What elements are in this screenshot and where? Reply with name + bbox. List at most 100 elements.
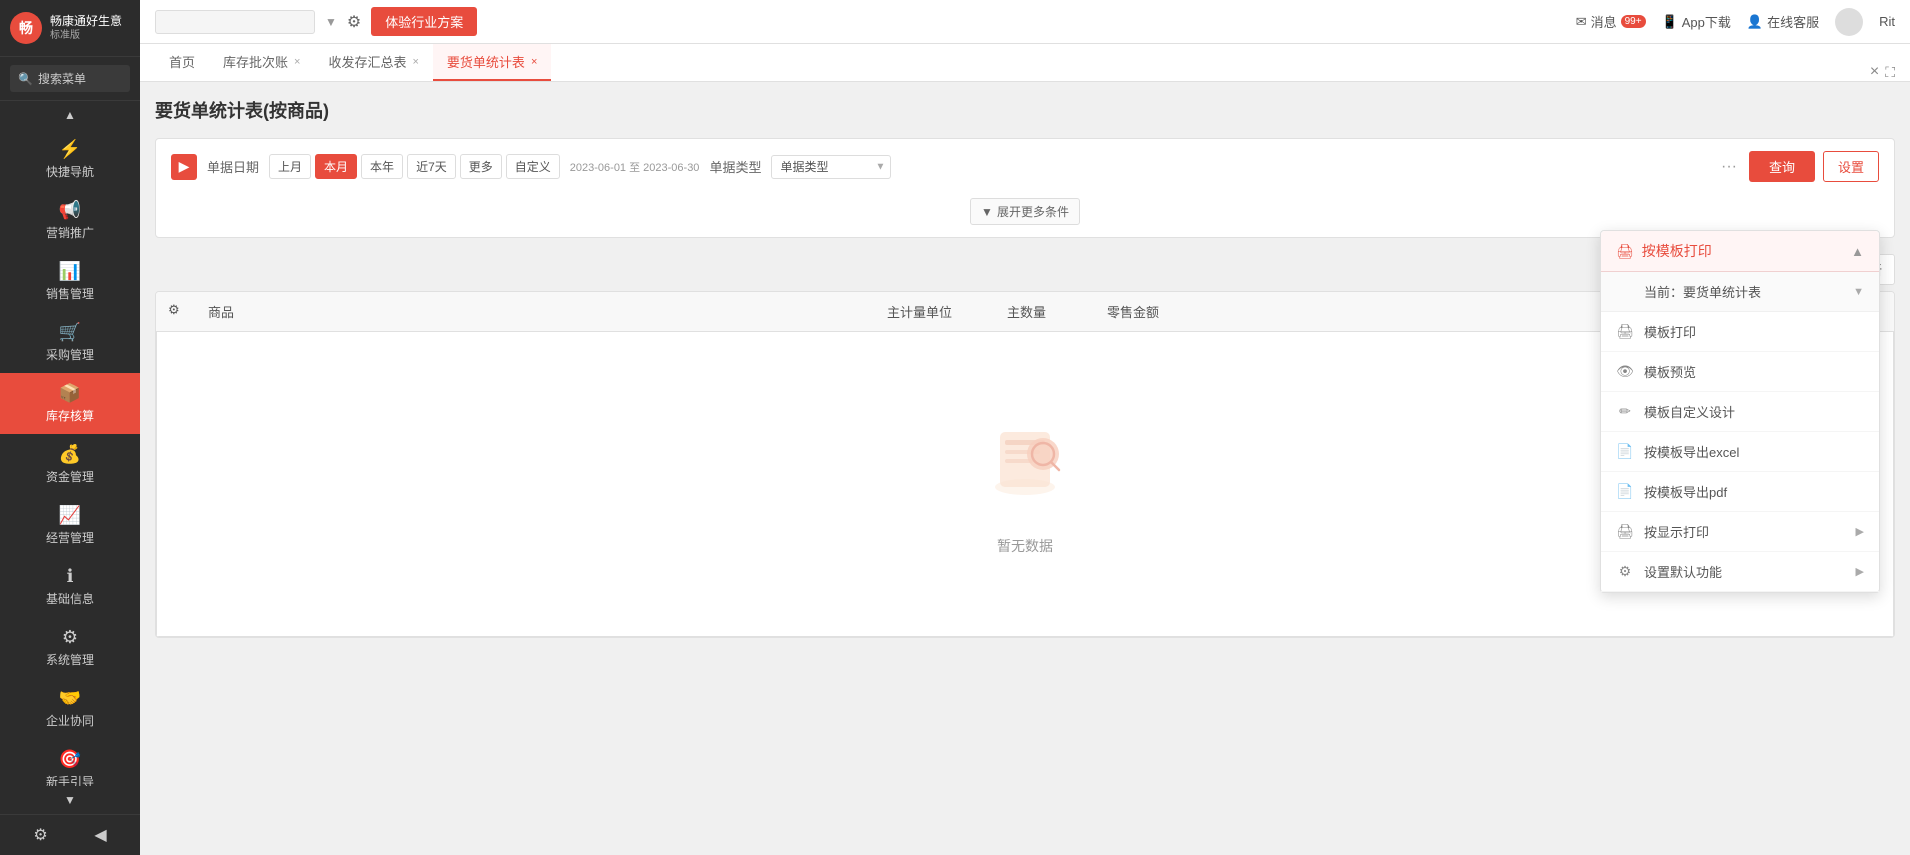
dropdown-title: 按模板打印: [1642, 241, 1712, 261]
topbar-right: ✉ 消息 99+ 📱 App下载 👤 在线客服 Rit: [1576, 8, 1895, 36]
marketing-icon: 📢: [59, 200, 81, 221]
set-default-left: ⚙ 设置默认功能: [1616, 562, 1722, 581]
sidebar-item-marketing[interactable]: 📢 营销推广: [0, 190, 140, 251]
query-button[interactable]: 查询: [1749, 151, 1815, 182]
set-default-arrow: ▶: [1856, 565, 1864, 578]
date-btn-this-year[interactable]: 本年: [361, 154, 403, 179]
collapse-sidebar-icon[interactable]: ◀: [94, 825, 106, 845]
search-icon: 🔍: [18, 72, 33, 86]
filter-bar: ▶ 单据日期 上月 本月 本年 近7天 更多 自定义 2023-06-01 至 …: [155, 138, 1895, 238]
date-btn-this-month[interactable]: 本月: [315, 154, 357, 179]
sidebar-item-quick-nav[interactable]: ⚡ 快捷导航: [0, 129, 140, 190]
empty-text: 暂无数据: [997, 536, 1053, 556]
sidebar-item-inventory[interactable]: 📦 库存核算: [0, 373, 140, 434]
search-menu-button[interactable]: 🔍 搜索菜单: [10, 65, 130, 92]
type-filter-select[interactable]: 单据类型: [771, 155, 891, 179]
display-print-arrow: ▶: [1856, 525, 1864, 538]
more-options-button[interactable]: ···: [1717, 154, 1741, 180]
dropdown-item-design[interactable]: ✏ 模板自定义设计: [1601, 392, 1879, 432]
sidebar-item-system[interactable]: ⚙ 系统管理: [0, 617, 140, 678]
topbar-gear-icon[interactable]: ⚙: [347, 12, 361, 32]
page-title: 要货单统计表(按商品): [155, 97, 1895, 123]
topbar-chevron-icon[interactable]: ▼: [325, 15, 337, 29]
online-service-button[interactable]: 👤 在线客服: [1747, 12, 1819, 31]
dropdown-item-preview[interactable]: 👁 模板预览: [1601, 352, 1879, 392]
dropdown-up-arrow[interactable]: ▲: [1851, 244, 1864, 259]
sidebar-item-guide[interactable]: 🎯 新手引导: [0, 739, 140, 786]
app-download-button[interactable]: 📱 App下载: [1662, 12, 1731, 31]
date-filter-label: 单据日期: [207, 157, 259, 176]
col-quantity: 主数量: [995, 302, 1095, 321]
sidebar: 畅 畅康通好生意 标准版 🔍 搜索菜单 ▲ ⚡ 快捷导航 📢 营销推广 📊 销售…: [0, 0, 140, 855]
pdf-icon: 📄: [1616, 483, 1634, 500]
tab-bar: 首页 库存批次账 × 收发存汇总表 × 要货单统计表 × × ⛶: [140, 44, 1910, 82]
dropdown-header: 🖨 按模板打印 ▲: [1601, 231, 1879, 272]
sidebar-item-finance[interactable]: 💰 资金管理: [0, 434, 140, 495]
date-btn-custom[interactable]: 自定义: [506, 154, 560, 179]
message-badge: 99+: [1621, 15, 1646, 28]
dropdown-title-area: 🖨 按模板打印: [1616, 241, 1712, 261]
expand-more-filters-button[interactable]: ▼ 展开更多条件: [970, 198, 1080, 225]
dropdown-item-set-default[interactable]: ⚙ 设置默认功能 ▶: [1601, 552, 1879, 592]
preview-icon: 👁: [1616, 363, 1634, 380]
tab-order-stats[interactable]: 要货单统计表 ×: [433, 44, 551, 81]
col-retail-amount: 零售金额: [1095, 302, 1215, 321]
close-window-icon[interactable]: ×: [1870, 63, 1879, 81]
guide-icon: 🎯: [59, 749, 81, 770]
date-range-display: 2023-06-01 至 2023-06-30: [570, 159, 700, 175]
dropdown-item-export-pdf[interactable]: 📄 按模板导出pdf: [1601, 472, 1879, 512]
close-tab-receipt-summary[interactable]: ×: [412, 56, 418, 68]
empty-illustration: [975, 412, 1075, 521]
dropdown-item-export-excel[interactable]: 📄 按模板导出excel: [1601, 432, 1879, 472]
date-btn-more[interactable]: 更多: [460, 154, 502, 179]
design-icon: ✏: [1616, 403, 1634, 420]
quick-nav-icon: ⚡: [59, 139, 81, 160]
print-template-icon: 🖨: [1616, 323, 1634, 340]
scroll-down-button[interactable]: ▼: [0, 788, 140, 812]
sidebar-search[interactable]: 🔍 搜索菜单: [0, 57, 140, 101]
content-area: 要货单统计表(按商品) ▶ 单据日期 上月 本月 本年 近7天 更多 自定义 2…: [140, 82, 1910, 855]
tab-inventory-batch[interactable]: 库存批次账 ×: [209, 44, 314, 81]
dropdown-item-display-print[interactable]: 🖨 按显示打印 ▶: [1601, 512, 1879, 552]
sidebar-item-basic-info[interactable]: ℹ 基础信息: [0, 556, 140, 617]
close-tab-order-stats[interactable]: ×: [531, 56, 537, 68]
date-btn-prev-month[interactable]: 上月: [269, 154, 311, 179]
operations-icon: 📈: [59, 505, 81, 526]
print-dropdown-menu: 🖨 按模板打印 ▲ 当前：要货单统计表 ▼ 🖨 模板打印 👁 模板预览: [1600, 230, 1880, 593]
sidebar-item-sales[interactable]: 📊 销售管理: [0, 251, 140, 312]
col-unit: 主计量单位: [875, 302, 995, 321]
logo-text: 畅康通好生意 标准版: [50, 14, 122, 43]
sidebar-item-purchase[interactable]: 🛒 采购管理: [0, 312, 140, 373]
inventory-icon: 📦: [59, 383, 81, 404]
tab-receipt-summary[interactable]: 收发存汇总表 ×: [314, 44, 432, 81]
sales-icon: 📊: [59, 261, 81, 282]
scroll-up-button[interactable]: ▲: [0, 103, 140, 127]
col-product: 商品: [196, 302, 875, 321]
close-tab-inventory-batch[interactable]: ×: [294, 56, 300, 68]
app-logo: 畅 畅康通好生意 标准版: [0, 0, 140, 57]
sidebar-nav: ⚡ 快捷导航 📢 营销推广 📊 销售管理 🛒 采购管理 📦 库存核算 💰 资金管…: [0, 129, 140, 786]
date-btn-7days[interactable]: 近7天: [407, 154, 456, 179]
user-avatar[interactable]: [1835, 8, 1863, 36]
trial-button[interactable]: 体验行业方案: [371, 7, 477, 36]
excel-icon: 📄: [1616, 443, 1634, 460]
sidebar-item-operations[interactable]: 📈 经营管理: [0, 495, 140, 556]
chevron-down-icon: ▼: [981, 205, 993, 219]
filter-expand-button[interactable]: ▶: [171, 154, 197, 180]
display-print-icon: 🖨: [1616, 523, 1634, 540]
finance-icon: 💰: [59, 444, 81, 465]
expand-window-icon[interactable]: ⛶: [1885, 64, 1895, 81]
dropdown-item-print[interactable]: 🖨 模板打印: [1601, 312, 1879, 352]
set-default-icon: ⚙: [1616, 563, 1634, 580]
type-filter-label: 单据类型: [709, 157, 761, 176]
tab-home[interactable]: 首页: [155, 44, 209, 81]
current-template-item[interactable]: 当前：要货单统计表 ▼: [1601, 272, 1879, 312]
message-button[interactable]: ✉ 消息 99+: [1576, 12, 1646, 31]
col-settings[interactable]: ⚙: [156, 302, 196, 321]
filter-row: ▶ 单据日期 上月 本月 本年 近7天 更多 自定义 2023-06-01 至 …: [171, 151, 1879, 182]
settings-button[interactable]: 设置: [1823, 151, 1879, 182]
system-icon: ⚙: [62, 627, 78, 648]
sidebar-item-enterprise[interactable]: 🤝 企业协同: [0, 678, 140, 739]
settings-bottom-icon[interactable]: ⚙: [33, 825, 47, 845]
topbar-search-input[interactable]: [155, 10, 315, 34]
